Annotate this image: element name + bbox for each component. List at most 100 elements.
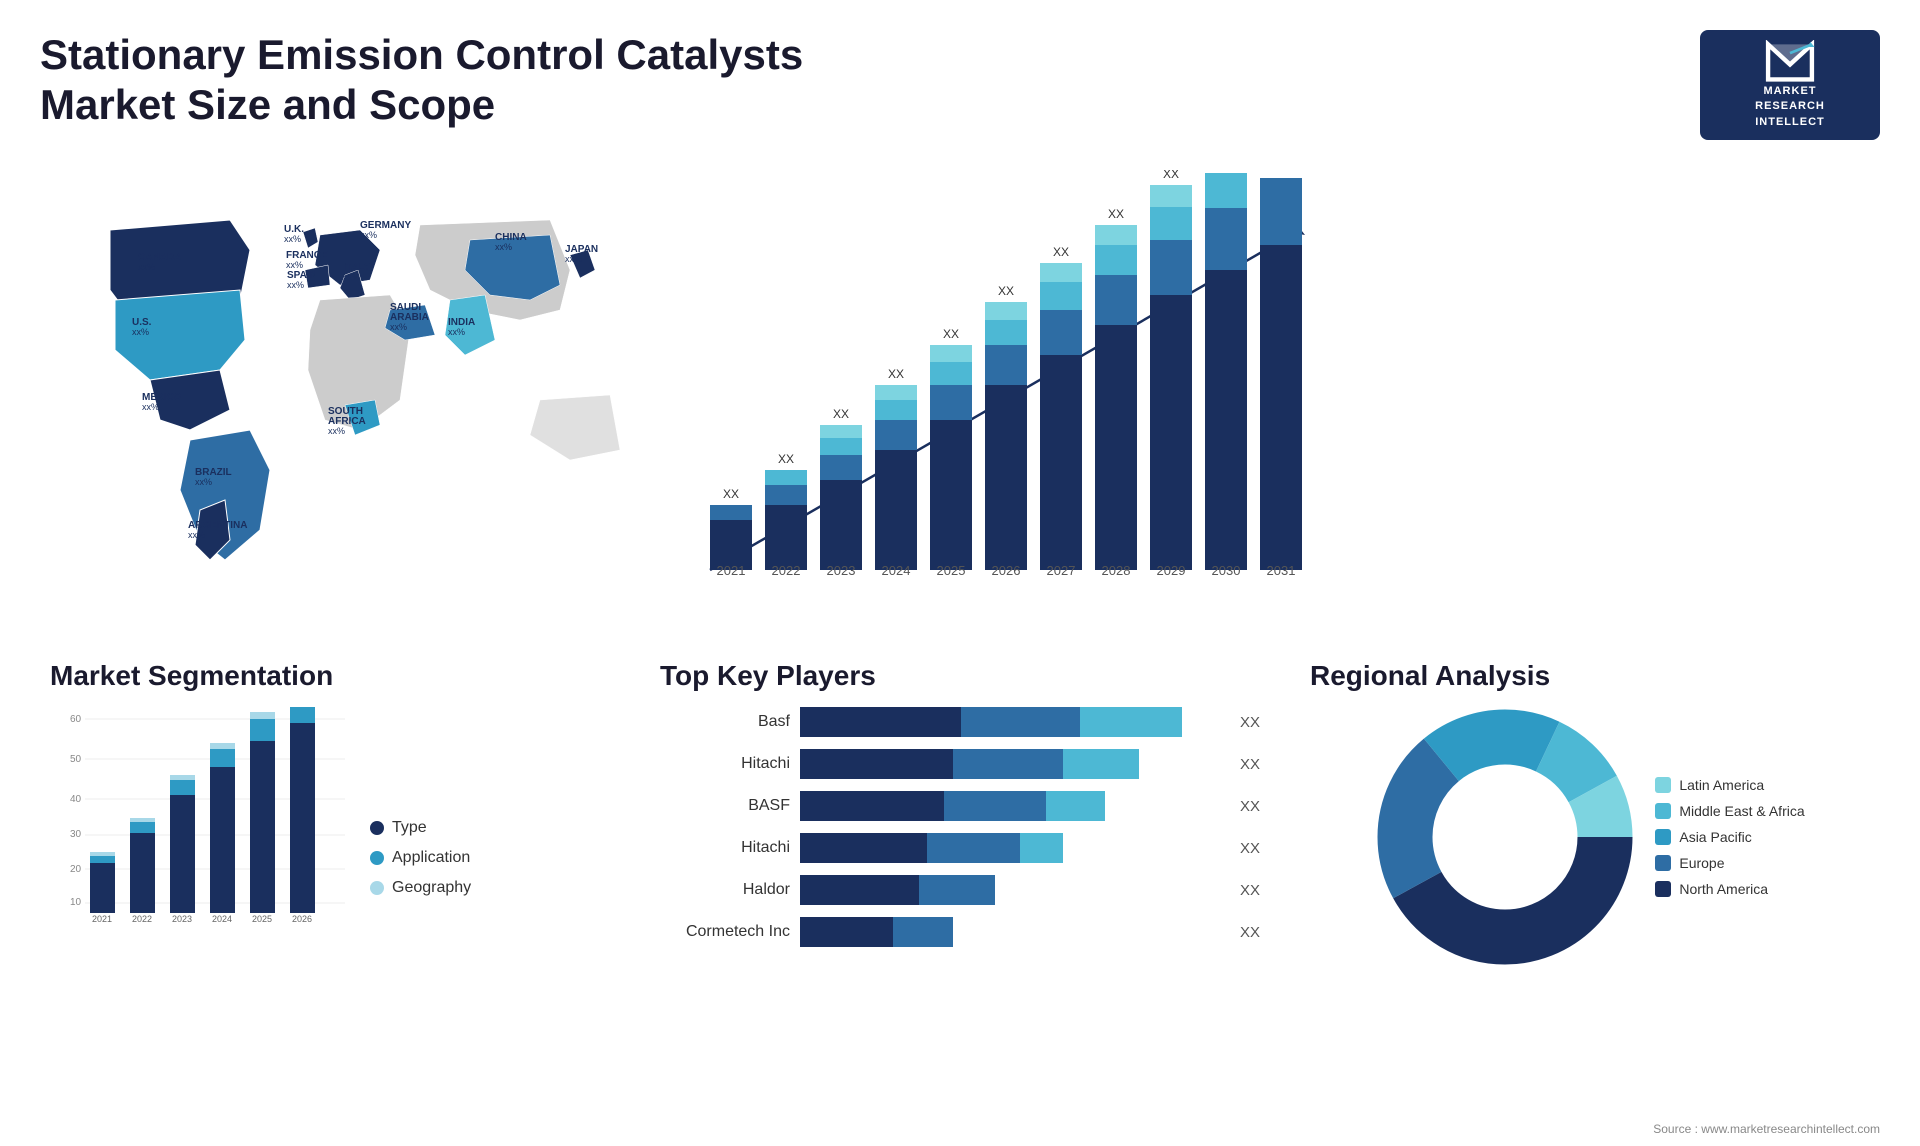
svg-text:XX: XX <box>833 407 849 421</box>
legend-label-type: Type <box>392 819 427 837</box>
svg-text:XX: XX <box>778 452 794 466</box>
player-xx-cormetech: XX <box>1240 924 1260 941</box>
legend-text-middle-east: Middle East & Africa <box>1679 803 1804 819</box>
logo-area: MARKET RESEARCH INTELLECT <box>1700 30 1880 140</box>
player-row-haldor: Haldor XX <box>660 875 1260 905</box>
world-map-section: CANADA xx% U.S. xx% MEXICO xx% BRAZIL xx… <box>40 160 660 640</box>
legend-application: Application <box>370 849 471 867</box>
svg-text:XX: XX <box>723 487 739 501</box>
segmentation-chart: 60 50 40 30 20 10 <box>50 707 350 927</box>
world-map-svg: CANADA xx% U.S. xx% MEXICO xx% BRAZIL xx… <box>50 170 670 590</box>
legend-text-europe: Europe <box>1679 855 1724 871</box>
player-xx-hitachi1: XX <box>1240 756 1260 773</box>
svg-text:2025: 2025 <box>252 914 272 924</box>
svg-text:20: 20 <box>70 864 82 875</box>
player-row-hitachi1: Hitachi XX <box>660 749 1260 779</box>
player-name-basf1: Basf <box>660 713 790 731</box>
player-name-basf2: BASF <box>660 797 790 815</box>
logo-line1: MARKET <box>1763 85 1816 97</box>
legend-asia-pacific: Asia Pacific <box>1655 829 1804 845</box>
logo-icon <box>1760 40 1820 84</box>
svg-text:XX: XX <box>943 327 959 341</box>
player-name-hitachi2: Hitachi <box>660 839 790 857</box>
svg-text:xx%: xx% <box>195 477 212 487</box>
legend-color-latin-america <box>1655 777 1671 793</box>
svg-text:40: 40 <box>70 794 82 805</box>
svg-text:xx%: xx% <box>360 230 377 240</box>
legend-dot-application <box>370 851 384 865</box>
svg-text:xx%: xx% <box>284 234 301 244</box>
svg-text:2026: 2026 <box>992 563 1021 578</box>
player-bar-basf1 <box>800 707 1224 737</box>
legend-europe: Europe <box>1655 855 1804 871</box>
legend-middle-east: Middle East & Africa <box>1655 803 1804 819</box>
legend-type: Type <box>370 819 471 837</box>
svg-text:2022: 2022 <box>772 563 801 578</box>
segmentation-title: Market Segmentation <box>50 660 610 692</box>
player-xx-hitachi2: XX <box>1240 840 1260 857</box>
svg-text:2030: 2030 <box>1212 563 1241 578</box>
legend-latin-america: Latin America <box>1655 777 1804 793</box>
legend-dot-geography <box>370 881 384 895</box>
players-section: Top Key Players Basf XX Hitachi <box>640 660 1280 967</box>
svg-text:xx%: xx% <box>343 272 360 282</box>
svg-text:xx%: xx% <box>328 426 345 436</box>
svg-text:2029: 2029 <box>1157 563 1186 578</box>
svg-text:xx%: xx% <box>448 327 465 337</box>
source-text: Source : www.marketresearchintellect.com <box>1653 1122 1880 1136</box>
svg-text:2023: 2023 <box>172 914 192 924</box>
svg-text:XX: XX <box>888 367 904 381</box>
donut-chart <box>1375 707 1635 967</box>
svg-text:2031: 2031 <box>1267 563 1296 578</box>
svg-text:2026: 2026 <box>292 914 312 924</box>
svg-text:50: 50 <box>70 754 82 765</box>
legend-text-north-america: North America <box>1679 881 1768 897</box>
logo-line2: RESEARCH <box>1755 100 1825 112</box>
bar-chart-section: 2021 XX 2022 XX 2023 XX 2024 XX <box>660 160 1880 640</box>
player-xx-basf1: XX <box>1240 714 1260 731</box>
svg-text:XX: XX <box>1163 170 1179 181</box>
legend-label-geography: Geography <box>392 879 471 897</box>
regional-legend: Latin America Middle East & Africa Asia … <box>1655 777 1804 897</box>
svg-text:xx%: xx% <box>132 327 149 337</box>
player-bar-hitachi2 <box>800 833 1224 863</box>
svg-text:xx%: xx% <box>188 530 205 540</box>
player-row-basf2: BASF XX <box>660 791 1260 821</box>
legend-color-europe <box>1655 855 1671 871</box>
svg-text:XX: XX <box>998 284 1014 298</box>
players-title: Top Key Players <box>660 660 1260 692</box>
regional-section: Regional Analysis <box>1300 660 1880 967</box>
svg-text:xx%: xx% <box>565 254 582 264</box>
svg-text:2024: 2024 <box>212 914 232 924</box>
legend-color-middle-east <box>1655 803 1671 819</box>
svg-text:30: 30 <box>70 829 82 840</box>
svg-text:2024: 2024 <box>882 563 911 578</box>
player-bar-cormetech <box>800 917 1224 947</box>
logo-line3: INTELLECT <box>1755 116 1825 128</box>
svg-text:2021: 2021 <box>717 563 746 578</box>
regional-title: Regional Analysis <box>1310 660 1870 692</box>
player-bar-basf2 <box>800 791 1224 821</box>
legend-north-america: North America <box>1655 881 1804 897</box>
svg-text:10: 10 <box>70 897 82 908</box>
growth-bar-chart: 2021 XX 2022 XX 2023 XX 2024 XX <box>680 170 1320 630</box>
svg-text:XX: XX <box>1053 245 1069 259</box>
segmentation-section: Market Segmentation 60 50 40 30 20 10 <box>40 660 620 967</box>
svg-text:xx%: xx% <box>287 280 304 290</box>
svg-text:2021: 2021 <box>92 914 112 924</box>
svg-text:2022: 2022 <box>132 914 152 924</box>
svg-text:2023: 2023 <box>827 563 856 578</box>
player-bar-haldor <box>800 875 1224 905</box>
svg-text:xx%: xx% <box>390 322 407 332</box>
svg-text:xx%: xx% <box>138 262 155 272</box>
legend-label-application: Application <box>392 849 470 867</box>
legend-color-north-america <box>1655 881 1671 897</box>
page-title: Stationary Emission Control Catalysts Ma… <box>40 30 940 131</box>
logo-box: MARKET RESEARCH INTELLECT <box>1700 30 1880 140</box>
regional-content: Latin America Middle East & Africa Asia … <box>1310 707 1870 967</box>
player-xx-basf2: XX <box>1240 798 1260 815</box>
svg-text:xx%: xx% <box>142 402 159 412</box>
svg-text:XX: XX <box>1108 207 1124 221</box>
svg-text:2027: 2027 <box>1047 563 1076 578</box>
legend-text-latin-america: Latin America <box>1679 777 1764 793</box>
